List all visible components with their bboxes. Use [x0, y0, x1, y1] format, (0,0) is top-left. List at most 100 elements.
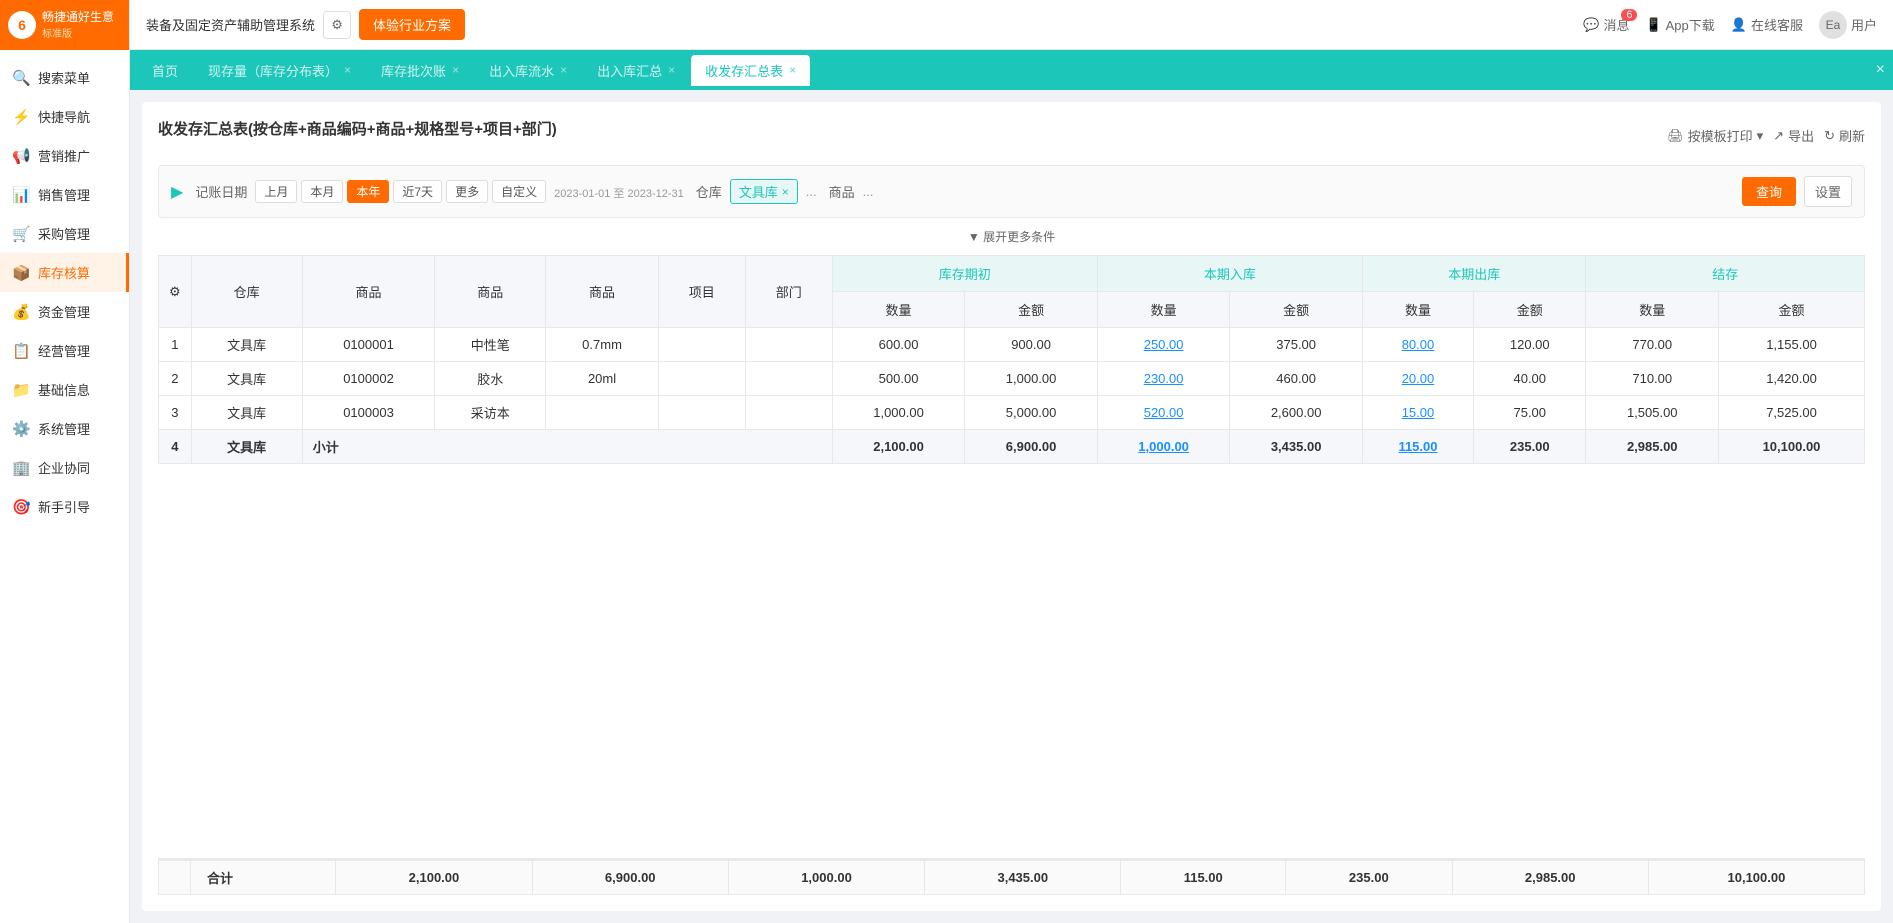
print-btn[interactable]: 🖨 按模板打印 ▾: [1667, 126, 1763, 145]
sidebar-icon-operation: 📋: [12, 342, 30, 360]
cell-goods-0: 中性笔: [435, 328, 546, 362]
total-bal-qty: 2,985.00: [1452, 861, 1648, 895]
query-button[interactable]: 查询: [1742, 177, 1796, 206]
tab-inout-flow-label: 出入库流水: [489, 61, 554, 80]
tab-inout-flow[interactable]: 出入库流水 ×: [475, 55, 581, 86]
cell-out-qty-2[interactable]: 15.00: [1362, 396, 1473, 430]
sidebar-item-search[interactable]: 🔍 搜索菜单: [0, 58, 129, 97]
sidebar-item-enterprise[interactable]: 🏢 企业协同: [0, 448, 129, 487]
cell-out-qty-1[interactable]: 20.00: [1362, 362, 1473, 396]
cell-open-amt-2: 5,000.00: [965, 396, 1098, 430]
date-btn-7days[interactable]: 近7天: [393, 180, 442, 203]
cell-open-qty-0: 600.00: [832, 328, 965, 362]
th-in-qty: 数量: [1097, 292, 1230, 328]
export-btn[interactable]: ↗ 导出: [1773, 126, 1814, 145]
sidebar-item-basic-info[interactable]: 📁 基础信息: [0, 370, 129, 409]
cell-no-2: 3: [159, 396, 192, 430]
goods-more[interactable]: ...: [863, 184, 874, 199]
sidebar-item-inventory[interactable]: 📦 库存核算: [0, 253, 129, 292]
date-label: 记账日期: [195, 182, 247, 201]
message-badge: 6: [1621, 9, 1637, 21]
tabs-close-all-btn[interactable]: ×: [1876, 61, 1885, 79]
online-service-btn[interactable]: 👤 在线客服: [1731, 15, 1803, 34]
phone-icon: 📱: [1645, 17, 1661, 33]
cell-in-qty-2[interactable]: 520.00: [1097, 396, 1230, 430]
sidebar-item-operation[interactable]: 📋 经营管理: [0, 331, 129, 370]
sidebar-icon-basic-info: 📁: [12, 381, 30, 399]
refresh-icon: ↻: [1824, 128, 1835, 144]
warehouse-tag-close[interactable]: ×: [782, 185, 789, 199]
top-header: 装备及固定资产辅助管理系统 ⚙ 体验行业方案 💬 消息 6 📱 App下载 👤 …: [130, 0, 1893, 50]
app-download-btn[interactable]: 📱 App下载: [1645, 15, 1714, 34]
th-bal-qty: 数量: [1586, 292, 1719, 328]
filter-right-actions: 查询 设置: [1742, 176, 1852, 207]
total-open-qty: 2,100.00: [336, 861, 532, 895]
date-btn-more[interactable]: 更多: [446, 180, 488, 203]
sidebar-icon-newbie: 🎯: [12, 498, 30, 516]
expand-row: ▼ 展开更多条件: [158, 228, 1865, 245]
date-btn-this-month[interactable]: 本月: [301, 180, 343, 203]
user-btn[interactable]: Ea 用户: [1819, 11, 1877, 39]
tabs-bar: 首页 现存量（库存分布表） × 库存批次账 × 出入库流水 × 出入库汇总 × …: [130, 50, 1893, 90]
sidebar-label-finance: 资金管理: [38, 302, 90, 321]
cell-in-amt-2: 2,600.00: [1230, 396, 1363, 430]
subtotal-no: 4: [159, 430, 192, 464]
th-settings[interactable]: ⚙: [159, 256, 192, 328]
user-label: 用户: [1851, 15, 1877, 34]
logo-icon: 6: [8, 11, 36, 39]
subtotal-warehouse: 文具库: [191, 430, 302, 464]
page-title: 收发存汇总表(按仓库+商品编码+商品+规格型号+项目+部门): [158, 118, 557, 139]
tab-batch-close[interactable]: ×: [452, 63, 459, 77]
tab-inventory-dist-label: 现存量（库存分布表）: [208, 61, 338, 80]
tab-inout-summary[interactable]: 出入库汇总 ×: [583, 55, 689, 86]
sidebar-item-quick-nav[interactable]: ⚡ 快捷导航: [0, 97, 129, 136]
tab-inout-flow-close[interactable]: ×: [560, 63, 567, 77]
cell-dept-2: [745, 396, 832, 430]
total-label: 合计: [191, 861, 336, 895]
sidebar-item-finance[interactable]: 💰 资金管理: [0, 292, 129, 331]
sidebar-item-system[interactable]: ⚙️ 系统管理: [0, 409, 129, 448]
sidebar-icon-marketing: 📢: [12, 147, 30, 165]
cell-project-0: [658, 328, 745, 362]
expand-conditions-btn[interactable]: ▼ 展开更多条件: [968, 228, 1055, 245]
sidebar-item-sales[interactable]: 📊 销售管理: [0, 175, 129, 214]
filter-expand-arrow[interactable]: ▶: [171, 182, 183, 202]
sidebar-label-purchase: 采购管理: [38, 224, 90, 243]
tab-inventory-dist[interactable]: 现存量（库存分布表） ×: [194, 55, 365, 86]
tab-inout-summary-close[interactable]: ×: [668, 63, 675, 77]
settings-icon-btn[interactable]: ⚙: [323, 11, 351, 39]
tab-recv-summary-label: 收发存汇总表: [705, 61, 783, 80]
sidebar-item-newbie[interactable]: 🎯 新手引导: [0, 487, 129, 526]
sidebar: 6 畅捷通好生意 标准版 🔍 搜索菜单 ⚡ 快捷导航 📢 营销推广 📊 销售管理…: [0, 0, 130, 923]
date-btn-custom[interactable]: 自定义: [492, 180, 546, 203]
cell-warehouse-0: 文具库: [191, 328, 302, 362]
cell-in-qty-0[interactable]: 250.00: [1097, 328, 1230, 362]
cell-warehouse-2: 文具库: [191, 396, 302, 430]
total-open-amt: 6,900.00: [532, 861, 728, 895]
cell-in-qty-1[interactable]: 230.00: [1097, 362, 1230, 396]
refresh-btn[interactable]: ↻ 刷新: [1824, 126, 1865, 145]
tab-batch-label: 库存批次账: [381, 61, 446, 80]
warehouse-more[interactable]: ...: [806, 184, 817, 199]
sidebar-item-purchase[interactable]: 🛒 采购管理: [0, 214, 129, 253]
tab-inventory-dist-close[interactable]: ×: [344, 63, 351, 77]
warehouse-filter-section: 仓库 文具库 × ...: [696, 179, 817, 204]
date-btn-this-year[interactable]: 本年: [347, 180, 389, 203]
tab-recv-summary-close[interactable]: ×: [789, 63, 796, 77]
cell-out-qty-0[interactable]: 80.00: [1362, 328, 1473, 362]
settings-small-button[interactable]: 设置: [1804, 176, 1852, 207]
trial-button[interactable]: 体验行业方案: [359, 9, 465, 40]
date-btn-prev-month[interactable]: 上月: [255, 180, 297, 203]
app-download-label: App下载: [1666, 15, 1715, 34]
th-out-amt: 金额: [1474, 292, 1586, 328]
date-filter-section: 记账日期 上月 本月 本年 近7天 更多 自定义 2023-01-01 至 20…: [195, 180, 683, 203]
tab-inout-summary-label: 出入库汇总: [597, 61, 662, 80]
cell-bal-amt-1: 1,420.00: [1719, 362, 1865, 396]
cell-bal-qty-1: 710.00: [1586, 362, 1719, 396]
tab-home[interactable]: 首页: [138, 55, 192, 86]
sidebar-item-marketing[interactable]: 📢 营销推广: [0, 136, 129, 175]
subtotal-bal-qty: 2,985.00: [1586, 430, 1719, 464]
tab-batch[interactable]: 库存批次账 ×: [367, 55, 473, 86]
tab-recv-summary[interactable]: 收发存汇总表 ×: [691, 55, 810, 86]
message-btn[interactable]: 💬 消息 6: [1583, 15, 1629, 34]
